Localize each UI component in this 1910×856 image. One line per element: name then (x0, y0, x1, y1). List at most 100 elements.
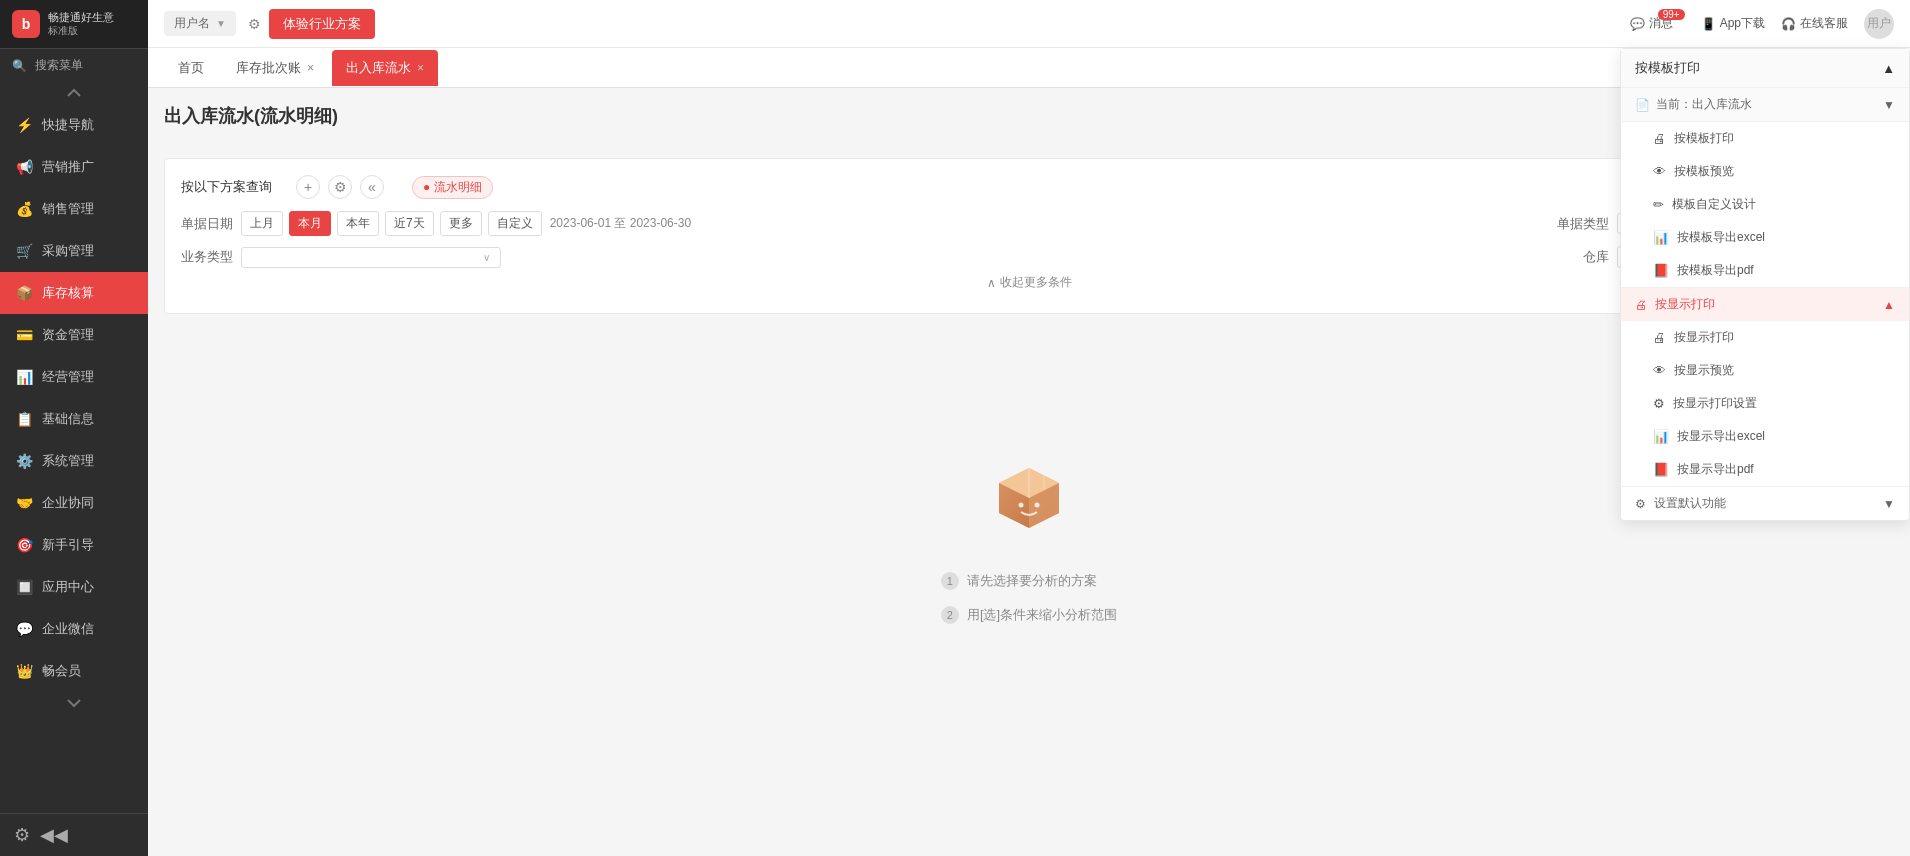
type-field-label: 单据类型 (1557, 215, 1609, 233)
sidebar-item-marketing[interactable]: 📢 营销推广 (0, 146, 148, 188)
filter-actions: + ⚙ « (296, 175, 384, 199)
date-btn-this-year[interactable]: 本年 (337, 211, 379, 236)
sidebar-item-system[interactable]: ⚙️ 系统管理 (0, 440, 148, 482)
date-btn-this-month[interactable]: 本月 (289, 211, 331, 236)
sidebar-item-guide[interactable]: 🎯 新手引导 (0, 524, 148, 566)
app-download-button[interactable]: 📱 App下载 (1701, 15, 1765, 32)
sidebar-item-inventory[interactable]: 📦 库存核算 (0, 272, 148, 314)
sidebar-item-operations[interactable]: 📊 经营管理 (0, 356, 148, 398)
scroll-up-btn[interactable] (0, 82, 148, 104)
sidebar-item-label: 企业协同 (42, 494, 94, 512)
template-preview-item[interactable]: 👁 按模板预览 (1621, 155, 1909, 188)
template-pdf-item[interactable]: 📕 按模板导出pdf (1621, 254, 1909, 287)
date-btn-custom[interactable]: 自定义 (488, 211, 542, 236)
sidebar-item-basic[interactable]: 📋 基础信息 (0, 398, 148, 440)
template-section: 🖨 按模板打印 👁 按模板预览 ✏ 模板自定义设计 📊 按模板导出excel 📕… (1621, 122, 1909, 288)
set-default-arrow[interactable]: ▼ (1883, 497, 1895, 511)
display-excel-label: 按显示导出excel (1677, 428, 1765, 445)
date-btn-last-month[interactable]: 上月 (241, 211, 283, 236)
sidebar-logo: b 畅捷通好生意 标准版 (0, 0, 148, 49)
template-custom-item[interactable]: ✏ 模板自定义设计 (1621, 188, 1909, 221)
settings-gear-icon[interactable]: ⚙ (248, 16, 261, 32)
scroll-down-btn[interactable] (0, 692, 148, 714)
display-print-settings-item[interactable]: ⚙ 按显示打印设置 (1621, 387, 1909, 420)
online-service-button[interactable]: 🎧 在线客服 (1781, 15, 1848, 32)
user-selector[interactable]: 用户名 ▼ (164, 11, 236, 36)
sidebar-item-label: 采购管理 (42, 242, 94, 260)
display-print-item[interactable]: 🖨 按显示打印 (1621, 321, 1909, 354)
online-service-label: 在线客服 (1800, 15, 1848, 32)
user-name: 用户名 (174, 15, 210, 32)
message-icon: 💬 (1630, 17, 1645, 31)
sidebar-item-label: 销售管理 (42, 200, 94, 218)
sidebar-item-sales[interactable]: 💰 销售管理 (0, 188, 148, 230)
display-excel-item[interactable]: 📊 按显示导出excel (1621, 420, 1909, 453)
display-section-arrow[interactable]: ▲ (1883, 298, 1895, 312)
business-type-select[interactable]: ∨ (241, 247, 501, 268)
business-type-label: 业务类型 (181, 248, 233, 266)
excel-icon-1: 📊 (1653, 230, 1669, 245)
step1-number: 1 (941, 572, 959, 590)
collapse-label: 收起更多条件 (1000, 274, 1072, 291)
filter-collapse-button[interactable]: « (360, 175, 384, 199)
current-template-row[interactable]: 📄 当前：出入库流水 ▼ (1621, 88, 1909, 122)
sidebar-item-label: 畅会员 (42, 662, 81, 680)
messages-button[interactable]: 💬 消息 99+ (1630, 15, 1673, 32)
empty-state-icon (979, 448, 1079, 548)
filter-settings-button[interactable]: ⚙ (328, 175, 352, 199)
dropdown-close-arrow[interactable]: ▲ (1882, 61, 1895, 76)
tab-home[interactable]: 首页 (164, 50, 218, 86)
template-excel-item[interactable]: 📊 按模板导出excel (1621, 221, 1909, 254)
svg-point-5 (1035, 503, 1040, 508)
display-pdf-label: 按显示导出pdf (1677, 461, 1754, 478)
chevron-up-icon: ∧ (987, 276, 996, 290)
tab-inventory-flow-label: 出入库流水 (346, 59, 411, 77)
logo-icon: b (12, 10, 40, 38)
step2-text: 用[选]条件来缩小分析范围 (967, 602, 1117, 628)
sidebar-item-finance[interactable]: 💳 资金管理 (0, 314, 148, 356)
user-avatar[interactable]: 用户 (1864, 9, 1894, 39)
current-template-arrow[interactable]: ▼ (1883, 98, 1895, 112)
sidebar-item-wechat[interactable]: 💬 企业微信 (0, 608, 148, 650)
display-section-icon: 🖨 (1635, 298, 1647, 312)
wechat-icon: 💬 (14, 619, 34, 639)
template-print-item[interactable]: 🖨 按模板打印 (1621, 122, 1909, 155)
phone-icon: 📱 (1701, 17, 1716, 31)
date-btn-more[interactable]: 更多 (440, 211, 482, 236)
add-filter-button[interactable]: + (296, 175, 320, 199)
sidebar-item-collab[interactable]: 🤝 企业协同 (0, 482, 148, 524)
search-menu-item[interactable]: 🔍 搜索菜单 (0, 49, 148, 82)
sidebar-item-label: 经营管理 (42, 368, 94, 386)
tab-batch[interactable]: 库存批次账 × (222, 50, 328, 86)
sidebar-nav: ⚡ 快捷导航 📢 营销推广 💰 销售管理 🛒 采购管理 📦 库存核算 💳 资金管… (0, 82, 148, 813)
design-icon: ✏ (1653, 197, 1664, 212)
trial-solution-button[interactable]: 体验行业方案 (269, 9, 375, 39)
set-default-header[interactable]: ⚙ 设置默认功能 ▼ (1621, 487, 1909, 520)
sidebar-item-label: 资金管理 (42, 326, 94, 344)
tab-batch-close[interactable]: × (307, 61, 314, 75)
inventory-icon: 📦 (14, 283, 34, 303)
preview-icon-1: 👁 (1653, 164, 1666, 179)
tab-inventory-flow-close[interactable]: × (417, 61, 424, 75)
flow-detail-tag[interactable]: ● 流水明细 (412, 176, 493, 199)
display-section: 🖨 按显示打印 ▲ 🖨 按显示打印 👁 按显示预览 ⚙ 按显示打印设置 📊 按显… (1621, 288, 1909, 487)
business-type-field: 业务类型 ∨ (181, 247, 501, 268)
sidebar-item-purchase[interactable]: 🛒 采购管理 (0, 230, 148, 272)
display-preview-item[interactable]: 👁 按显示预览 (1621, 354, 1909, 387)
sidebar-item-label: 应用中心 (42, 578, 94, 596)
empty-text: 1 请先选择要分析的方案 2 用[选]条件来缩小分析范围 (941, 568, 1117, 628)
sidebar-item-quick-nav[interactable]: ⚡ 快捷导航 (0, 104, 148, 146)
sidebar-item-member[interactable]: 👑 畅会员 (0, 650, 148, 692)
user-dropdown-icon[interactable]: ▼ (216, 18, 226, 29)
member-icon: 👑 (14, 661, 34, 681)
headset-icon: 🎧 (1781, 17, 1796, 31)
footer-collapse-icon[interactable]: ◀◀ (40, 824, 68, 846)
sidebar-item-apps[interactable]: 🔲 应用中心 (0, 566, 148, 608)
search-menu-label: 搜索菜单 (35, 57, 83, 74)
date-btn-7days[interactable]: 近7天 (385, 211, 434, 236)
tab-inventory-flow[interactable]: 出入库流水 × (332, 50, 438, 86)
display-pdf-item[interactable]: 📕 按显示导出pdf (1621, 453, 1909, 486)
messages-badge: 99+ (1658, 9, 1685, 20)
display-section-header[interactable]: 🖨 按显示打印 ▲ (1621, 288, 1909, 321)
footer-settings-icon[interactable]: ⚙ (14, 824, 30, 846)
